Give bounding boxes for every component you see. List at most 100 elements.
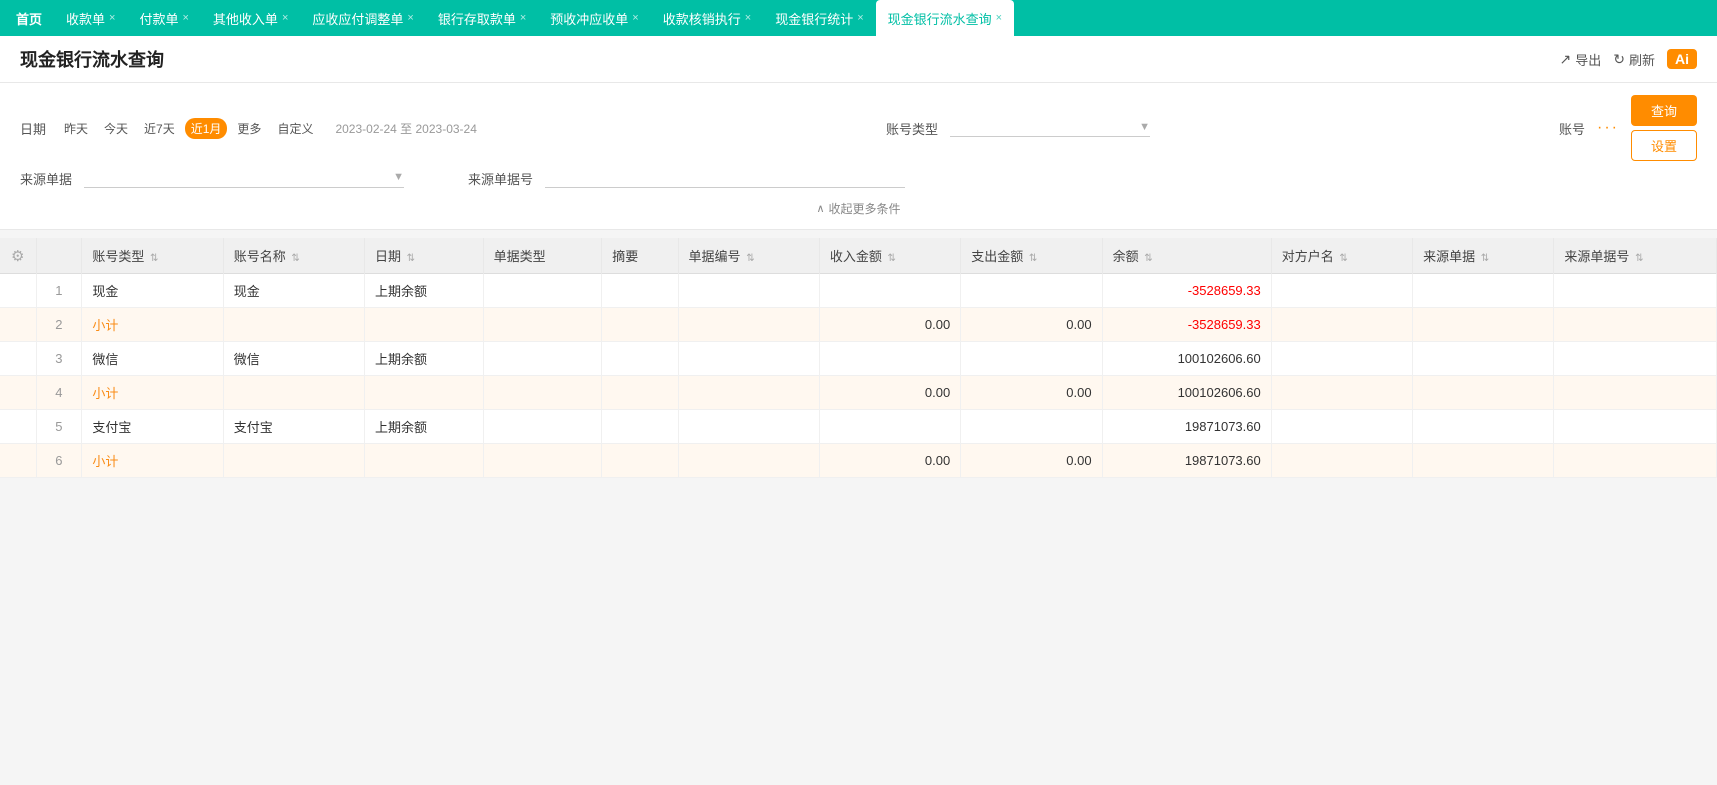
- close-icon[interactable]: ×: [996, 12, 1002, 24]
- nav-tab-5[interactable]: 银行存取款单 ×: [426, 0, 538, 36]
- row-counterparty: [1271, 274, 1412, 308]
- row-num: 2: [36, 308, 82, 342]
- row-balance: -3528659.33: [1102, 308, 1271, 342]
- row-account-type: 现金: [82, 274, 223, 308]
- close-icon[interactable]: ×: [182, 12, 188, 24]
- close-icon[interactable]: ×: [745, 12, 751, 24]
- close-icon[interactable]: ×: [632, 12, 638, 24]
- row-date: 上期余额: [365, 274, 484, 308]
- row-account-name: [223, 376, 364, 410]
- nav-tab-2[interactable]: 付款单 ×: [127, 0, 200, 36]
- nav-tab-1[interactable]: 收款单 ×: [54, 0, 127, 36]
- filter-row-2: 来源单据 ▼ 来源单据号: [20, 169, 1697, 188]
- header-actions: ↗ 导出 ↻ 刷新 Ai: [1560, 49, 1698, 69]
- th-date[interactable]: 日期 ⇅: [365, 238, 484, 274]
- th-summary: 摘要: [602, 238, 678, 274]
- table-row: 5 支付宝 支付宝 上期余额 19871073.60: [0, 410, 1717, 444]
- th-account-name[interactable]: 账号名称 ⇅: [223, 238, 364, 274]
- row-account-name: [223, 308, 364, 342]
- th-balance[interactable]: 余额 ⇅: [1102, 238, 1271, 274]
- date-btn-more[interactable]: 更多: [231, 118, 267, 139]
- refresh-button[interactable]: ↻ 刷新: [1613, 50, 1655, 69]
- nav-tab-3[interactable]: 其他收入单 ×: [201, 0, 300, 36]
- close-icon[interactable]: ×: [520, 12, 526, 24]
- row-counterparty: [1271, 444, 1412, 478]
- top-nav: 首页 收款单 × 付款单 × 其他收入单 × 应收应付调整单 × 银行存取款单 …: [0, 0, 1717, 36]
- sort-icon: ⇅: [150, 253, 158, 264]
- row-account-type: 小计: [82, 444, 223, 478]
- row-num: 3: [36, 342, 82, 376]
- row-doc-type: [483, 308, 602, 342]
- row-summary: [602, 308, 678, 342]
- row-summary: [602, 342, 678, 376]
- row-account-name: 现金: [223, 274, 364, 308]
- sort-icon: ⇅: [1144, 253, 1152, 264]
- date-btn-yesterday[interactable]: 昨天: [58, 118, 94, 139]
- th-income[interactable]: 收入金额 ⇅: [819, 238, 960, 274]
- row-doc-type: [483, 444, 602, 478]
- setting-button[interactable]: 设置: [1631, 130, 1697, 161]
- row-balance: 100102606.60: [1102, 342, 1271, 376]
- row-gear: [0, 342, 36, 376]
- sort-icon: ⇅: [1481, 253, 1489, 264]
- sort-icon: ⇅: [407, 253, 415, 264]
- row-expense: 0.00: [961, 444, 1102, 478]
- th-counterparty[interactable]: 对方户名 ⇅: [1271, 238, 1412, 274]
- th-account-type[interactable]: 账号类型 ⇅: [82, 238, 223, 274]
- source-doc-no-input[interactable]: [545, 170, 905, 188]
- export-button[interactable]: ↗ 导出: [1560, 50, 1602, 69]
- table-row: 2 小计 0.00 0.00 -3528659.33: [0, 308, 1717, 342]
- page-header: 现金银行流水查询 ↗ 导出 ↻ 刷新 Ai: [0, 36, 1717, 83]
- th-source-doc[interactable]: 来源单据 ⇅: [1413, 238, 1554, 274]
- row-doc-type: [483, 410, 602, 444]
- nav-tab-6[interactable]: 预收冲应收单 ×: [538, 0, 650, 36]
- row-source-doc: [1413, 410, 1554, 444]
- nav-tab-9[interactable]: 现金银行流水查询 ×: [876, 0, 1014, 36]
- filter-row-1: 日期 昨天 今天 近7天 近1月 更多 自定义 2023-02-24 至 202…: [20, 95, 1697, 161]
- collapse-bar[interactable]: ∧ 收起更多条件: [20, 196, 1697, 221]
- close-icon[interactable]: ×: [109, 12, 115, 24]
- row-source-doc-no: [1554, 444, 1717, 478]
- row-num: 6: [36, 444, 82, 478]
- table-row: 3 微信 微信 上期余额 100102606.60: [0, 342, 1717, 376]
- nav-tab-home[interactable]: 首页: [4, 0, 54, 36]
- account-ellipsis-button[interactable]: ···: [1597, 119, 1619, 137]
- sort-icon: ⇅: [746, 253, 754, 264]
- source-doc-select[interactable]: ▼: [84, 170, 404, 188]
- row-doc-type: [483, 342, 602, 376]
- row-account-name: 微信: [223, 342, 364, 376]
- date-btn-today[interactable]: 今天: [98, 118, 134, 139]
- th-source-doc-no[interactable]: 来源单据号 ⇅: [1554, 238, 1717, 274]
- close-icon[interactable]: ×: [282, 12, 288, 24]
- ai-badge[interactable]: Ai: [1667, 49, 1697, 69]
- row-doc-no: [678, 410, 819, 444]
- nav-tab-8[interactable]: 现金银行统计 ×: [763, 0, 875, 36]
- date-btn-1month[interactable]: 近1月: [185, 118, 228, 139]
- query-button[interactable]: 查询: [1631, 95, 1697, 126]
- export-icon: ↗: [1560, 51, 1572, 68]
- row-balance: -3528659.33: [1102, 274, 1271, 308]
- row-counterparty: [1271, 376, 1412, 410]
- row-expense: 0.00: [961, 376, 1102, 410]
- row-source-doc-no: [1554, 410, 1717, 444]
- close-icon[interactable]: ×: [407, 12, 413, 24]
- row-source-doc-no: [1554, 376, 1717, 410]
- account-type-input[interactable]: [950, 119, 1135, 134]
- date-btn-7days[interactable]: 近7天: [138, 118, 181, 139]
- th-doc-no[interactable]: 单据编号 ⇅: [678, 238, 819, 274]
- date-range-display: 2023-02-24 至 2023-03-24: [335, 120, 476, 137]
- close-icon[interactable]: ×: [857, 12, 863, 24]
- th-expense[interactable]: 支出金额 ⇅: [961, 238, 1102, 274]
- source-doc-input[interactable]: [84, 170, 389, 185]
- account-type-select[interactable]: ▼: [950, 119, 1150, 137]
- gear-icon[interactable]: ⚙: [11, 248, 24, 265]
- nav-tab-7[interactable]: 收款核销执行 ×: [651, 0, 763, 36]
- row-doc-type: [483, 376, 602, 410]
- th-settings[interactable]: ⚙: [0, 238, 36, 274]
- sort-icon: ⇅: [291, 253, 299, 264]
- row-date: 上期余额: [365, 410, 484, 444]
- nav-tab-4[interactable]: 应收应付调整单 ×: [300, 0, 425, 36]
- row-account-name: 支付宝: [223, 410, 364, 444]
- row-date: [365, 444, 484, 478]
- date-btn-custom[interactable]: 自定义: [271, 118, 319, 139]
